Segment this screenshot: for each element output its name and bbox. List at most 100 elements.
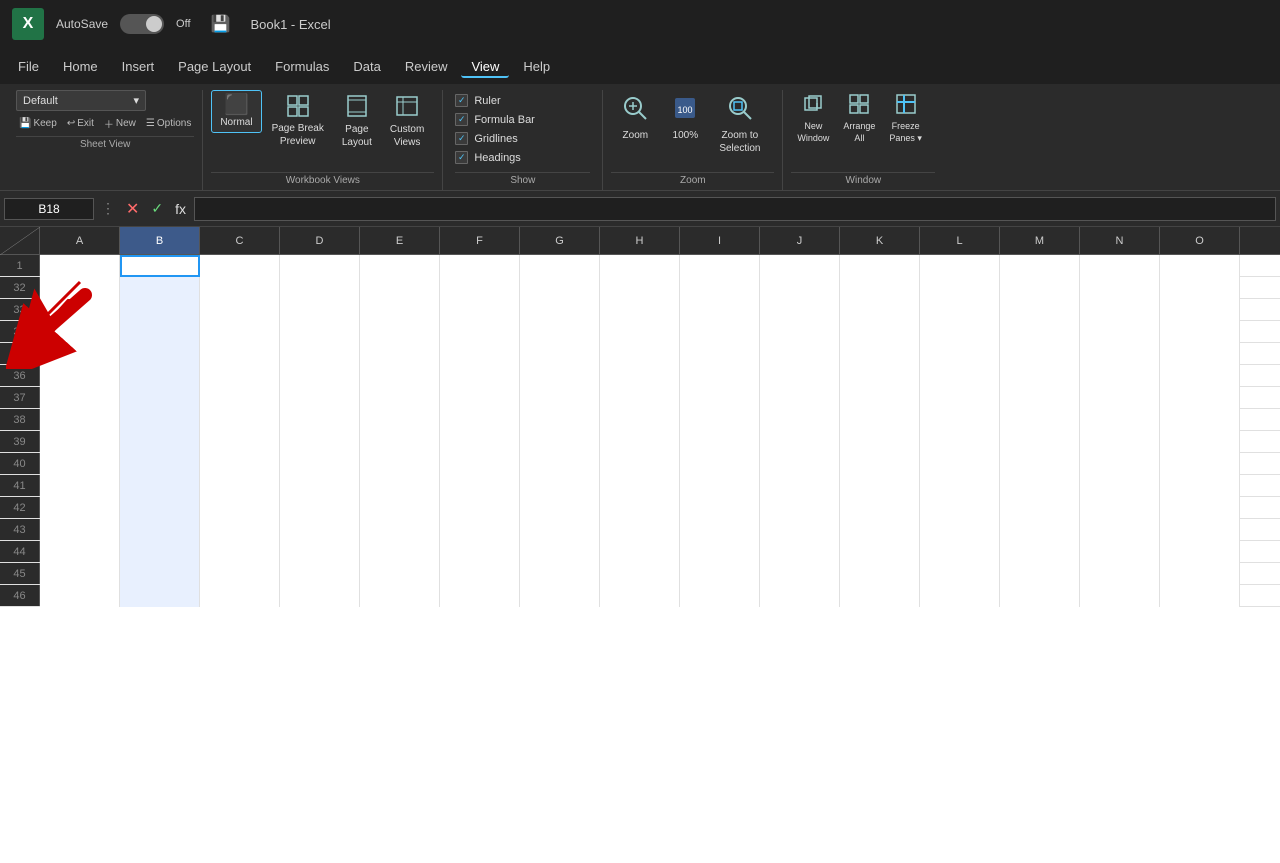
grid-body: 1 [0,255,1280,863]
ruler-checkbox[interactable]: ✓ [455,94,468,107]
name-box[interactable]: B18 [4,198,94,220]
cell-H1[interactable] [600,255,680,277]
menu-data[interactable]: Data [343,55,390,78]
cell-C32[interactable] [200,277,280,299]
cell-I1[interactable] [680,255,760,277]
cell-O1[interactable] [1160,255,1240,277]
col-header-I[interactable]: I [680,227,760,254]
normal-view-button[interactable]: ⬛ Normal [211,90,261,133]
menu-formulas[interactable]: Formulas [265,55,339,78]
cell-D1[interactable] [280,255,360,277]
save-icon[interactable]: 💾 [211,14,231,34]
row-num-35: 35 [0,343,40,364]
cell-J1[interactable] [760,255,840,277]
show-items: ✓ Ruler ✓ Formula Bar ✓ Gridlines ✓ Head… [455,90,590,164]
cell-D32[interactable] [280,277,360,299]
col-header-L[interactable]: L [920,227,1000,254]
cell-B32[interactable] [120,277,200,299]
formula-bar-checkbox-item[interactable]: ✓ Formula Bar [455,113,590,126]
cell-M32[interactable] [1000,277,1080,299]
freeze-panes-button[interactable]: Freeze Panes ▾ [883,90,928,148]
menu-file[interactable]: File [8,55,49,78]
page-break-preview-button[interactable]: Page Break Page Break Preview Preview [264,90,332,151]
cell-E1[interactable] [360,255,440,277]
cell-A32[interactable] [40,277,120,299]
cell-L32[interactable] [920,277,1000,299]
cell-G32[interactable] [520,277,600,299]
formula-input[interactable] [194,197,1276,221]
cell-F1[interactable] [440,255,520,277]
row-num-45: 45 [0,563,40,584]
custom-views-button[interactable]: Custom Custom Views Views [382,90,432,152]
row-num-46: 46 [0,585,40,606]
excel-logo: X [12,8,44,40]
gridlines-checkbox[interactable]: ✓ [455,132,468,145]
autosave-toggle[interactable] [120,14,164,34]
menu-view[interactable]: View [461,55,509,78]
cell-I32[interactable] [680,277,760,299]
formula-confirm-button[interactable]: ✓ [147,200,167,217]
cell-G1[interactable] [520,255,600,277]
col-header-A[interactable]: A [40,227,120,254]
col-header-N[interactable]: N [1080,227,1160,254]
sheet-area: A B C D E F G H I J K L M N O [0,227,1280,863]
menu-review[interactable]: Review [395,55,458,78]
formula-bar-checkbox[interactable]: ✓ [455,113,468,126]
col-header-O[interactable]: O [1160,227,1240,254]
cell-C1[interactable] [200,255,280,277]
gridlines-checkbox-item[interactable]: ✓ Gridlines [455,132,590,145]
row-num-41: 41 [0,475,40,496]
column-headers: A B C D E F G H I J K L M N O [0,227,1280,255]
cell-O32[interactable] [1160,277,1240,299]
cell-K32[interactable] [840,277,920,299]
col-header-E[interactable]: E [360,227,440,254]
table-row: 37 [0,387,1280,409]
corner-cell[interactable] [0,227,40,254]
cell-E32[interactable] [360,277,440,299]
cell-H32[interactable] [600,277,680,299]
col-header-F[interactable]: F [440,227,520,254]
page-layout-button[interactable]: Page Layout [334,90,380,152]
formula-dots[interactable]: ⋮ [98,200,118,217]
freeze-panes-icon [896,94,916,119]
cell-J32[interactable] [760,277,840,299]
cell-N32[interactable] [1080,277,1160,299]
zoom-button[interactable]: Zoom [611,90,659,145]
new-window-button[interactable]: New Window [791,90,835,147]
cell-K1[interactable] [840,255,920,277]
col-header-C[interactable]: C [200,227,280,254]
col-header-K[interactable]: K [840,227,920,254]
col-header-B[interactable]: B [120,227,200,254]
ribbon-group-workbook-views: ⬛ Normal Page Break Page Break Preview P… [203,90,443,190]
sheet-view-exit[interactable]: ↩ Exit [64,115,97,132]
col-header-J[interactable]: J [760,227,840,254]
sheet-view-new[interactable]: ＋ New [101,115,139,132]
formula-cancel-button[interactable]: ✕ [122,199,143,219]
cell-B1[interactable] [120,255,200,277]
cell-A1[interactable] [40,255,120,277]
ruler-checkbox-item[interactable]: ✓ Ruler [455,94,590,107]
row-num-33: 33 [0,299,40,320]
menu-page-layout[interactable]: Page Layout [168,55,261,78]
arrange-all-button[interactable]: Arrange All [837,90,881,147]
col-header-H[interactable]: H [600,227,680,254]
sheet-view-options[interactable]: ☰ Options [143,115,194,132]
zoom-to-selection-button[interactable]: Zoom to Selection [711,90,768,158]
zoom-100-button[interactable]: 100 100% [661,90,709,145]
col-header-M[interactable]: M [1000,227,1080,254]
headings-checkbox-item[interactable]: ✓ Headings [455,151,590,164]
sheet-view-dropdown[interactable]: Default ▾ [16,90,146,111]
col-header-D[interactable]: D [280,227,360,254]
show-group-label: Show [455,172,590,186]
col-header-G[interactable]: G [520,227,600,254]
cell-F32[interactable] [440,277,520,299]
formula-fx-button[interactable]: fx [171,201,190,217]
cell-L1[interactable] [920,255,1000,277]
headings-checkbox[interactable]: ✓ [455,151,468,164]
menu-home[interactable]: Home [53,55,108,78]
cell-M1[interactable] [1000,255,1080,277]
cell-N1[interactable] [1080,255,1160,277]
menu-help[interactable]: Help [513,55,560,78]
sheet-view-keep[interactable]: 💾 Keep [16,115,60,132]
menu-insert[interactable]: Insert [112,55,165,78]
